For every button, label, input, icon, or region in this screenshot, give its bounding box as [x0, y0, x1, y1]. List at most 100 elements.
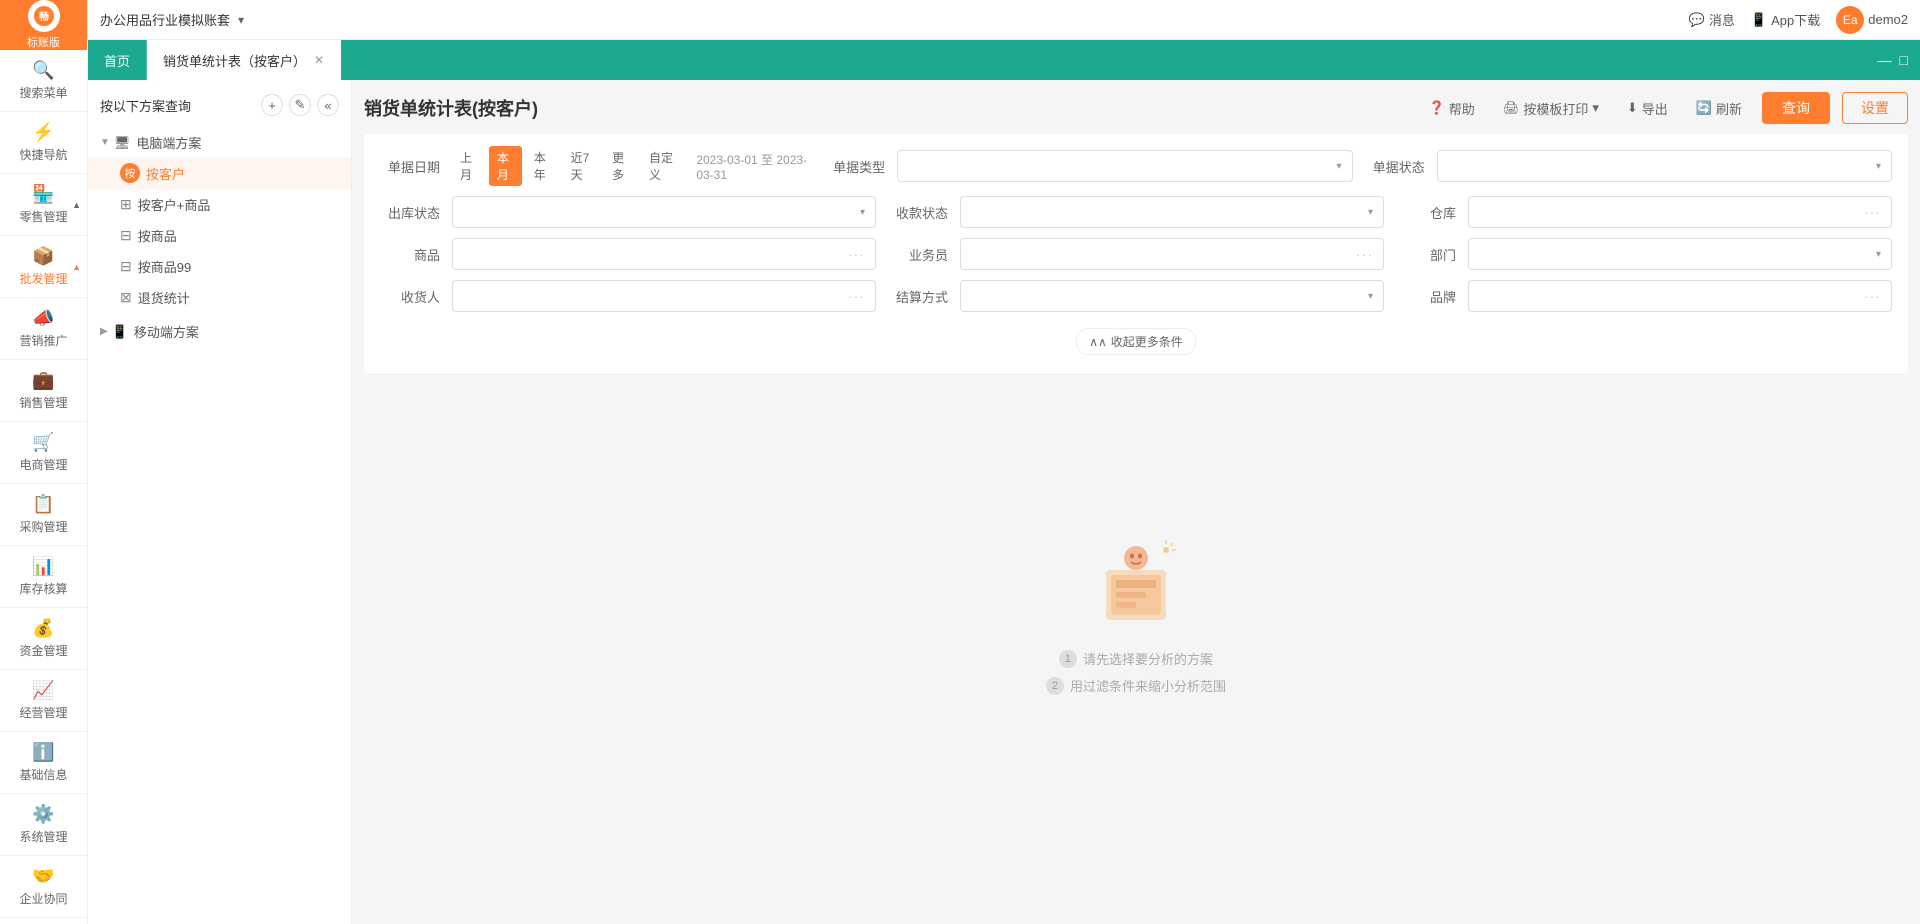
sidebar-item-sales-mgmt[interactable]: 💼 销售管理: [0, 360, 87, 422]
sidebar-quick-nav-label: 快捷导航: [19, 146, 67, 163]
query-btn[interactable]: 查询: [1762, 92, 1830, 124]
add-scheme-btn[interactable]: +: [261, 94, 283, 116]
app-download-btn[interactable]: 📱 App下载: [1751, 10, 1820, 29]
dept-label: 部门: [1396, 245, 1456, 264]
sidebar-ecommerce-label: 电商管理: [19, 456, 67, 473]
scheme-by-customer-product[interactable]: ⊞ 按客户+商品: [88, 189, 351, 220]
scheme-by-customer[interactable]: 按 按客户: [88, 157, 351, 189]
payment-field[interactable]: ▾: [960, 196, 1384, 228]
sidebar-item-wholesale[interactable]: 📦 批发管理: [0, 236, 87, 298]
warehouse-field[interactable]: ···: [1468, 196, 1892, 228]
date-tab-last-month[interactable]: 上月: [452, 146, 485, 186]
scheme-return-stat-label: 退货统计: [138, 288, 190, 307]
topbar-right: 💬 消息 📱 App下载 Ea demo2: [1689, 6, 1908, 34]
doc-type-field[interactable]: ▾: [897, 150, 1352, 182]
collapse-arrow-icon: ▼: [100, 137, 110, 148]
page-title: 销货单统计表(按客户): [364, 95, 538, 121]
salesperson-field[interactable]: ···: [960, 238, 1384, 270]
dept-arrow-icon: ▾: [1876, 249, 1881, 260]
template-print-label: 按模板打印: [1523, 99, 1588, 118]
sidebar-item-newbie[interactable]: 🎯 新手引导: [0, 918, 87, 924]
operations-icon: 📈: [32, 680, 54, 701]
sidebar-item-operations[interactable]: 📈 经营管理: [0, 670, 87, 732]
mobile-scheme-title[interactable]: ▶ 📱 移动端方案: [88, 317, 351, 346]
sidebar-coop-label: 企业协同: [19, 890, 67, 907]
export-btn[interactable]: ⬇ 导出: [1619, 95, 1676, 122]
settlement-field[interactable]: ▾: [960, 280, 1384, 312]
query-label: 查询: [1782, 98, 1810, 118]
tab-sales-stat[interactable]: 销货单统计表（按客户） ✕: [147, 40, 341, 80]
date-tab-this-year[interactable]: 本年: [526, 146, 559, 186]
hint-text-1: 请先选择要分析的方案: [1083, 649, 1213, 668]
tab-home[interactable]: 首页: [88, 40, 147, 80]
scheme-by-product99[interactable]: ⊟ 按商品99: [88, 251, 351, 282]
workspace-dropdown[interactable]: ▾: [238, 13, 244, 27]
filter-area: 单据日期 上月 本月 本年 近7天 更多 自定义 2023-03-01 至 20…: [364, 134, 1908, 373]
user-menu[interactable]: Ea demo2: [1836, 6, 1908, 34]
sidebar-item-purchase[interactable]: 📋 采购管理: [0, 484, 87, 546]
left-panel-actions: + ✎ «: [261, 94, 339, 116]
doc-status-arrow-icon: ▾: [1876, 161, 1881, 172]
sidebar-item-retail[interactable]: 🏪 零售管理: [0, 174, 87, 236]
window-minimize-btn[interactable]: —: [1878, 52, 1892, 68]
retail-icon: 🏪: [32, 184, 54, 205]
collapse-panel-btn[interactable]: «: [317, 94, 339, 116]
message-icon: 💬: [1689, 12, 1705, 28]
help-label: 帮助: [1449, 99, 1475, 118]
help-btn[interactable]: ❓ 帮助: [1421, 95, 1483, 122]
workspace-title: 办公用品行业模拟账套: [100, 10, 230, 29]
app-logo[interactable]: 畅 标账版: [0, 0, 88, 50]
sidebar: 畅 标账版 🔍 搜索菜单 ⚡ 快捷导航 🏪 零售管理 📦 批发管理 📣 营销推广…: [0, 0, 88, 924]
desktop-scheme-title[interactable]: ▼ 🖥 电脑端方案: [88, 128, 351, 157]
scheme-by-product[interactable]: ⊟ 按商品: [88, 220, 351, 251]
search-icon: 🔍: [32, 60, 54, 81]
coop-icon: 🤝: [32, 866, 54, 887]
filter-row-4: 收货人 ··· 结算方式 ▾ 品牌 ···: [380, 280, 1892, 312]
marketing-icon: 📣: [32, 308, 54, 329]
sidebar-item-inventory[interactable]: 📊 库存核算: [0, 546, 87, 608]
sidebar-item-basic[interactable]: ℹ️ 基础信息: [0, 732, 87, 794]
date-tabs: 上月 本月 本年 近7天 更多 自定义: [452, 146, 682, 186]
refresh-btn[interactable]: 🔄 刷新: [1688, 95, 1750, 122]
sidebar-item-marketing[interactable]: 📣 营销推广: [0, 298, 87, 360]
scheme-return-stat[interactable]: ⊠ 退货统计: [88, 282, 351, 313]
date-tab-7days[interactable]: 近7天: [563, 146, 601, 186]
date-tab-more[interactable]: 更多: [604, 146, 637, 186]
settlement-arrow-icon: ▾: [1368, 291, 1373, 302]
edit-scheme-btn[interactable]: ✎: [289, 94, 311, 116]
refresh-icon: 🔄: [1696, 100, 1712, 116]
mobile-schemes: ▶ 📱 移动端方案: [88, 317, 351, 346]
scheme-icon-p99: ⊟: [120, 258, 132, 275]
tab-home-label: 首页: [104, 51, 130, 70]
scheme-icon-cp: ⊞: [120, 196, 132, 213]
doc-status-field[interactable]: ▾: [1437, 150, 1892, 182]
settings-btn[interactable]: 设置: [1842, 92, 1908, 124]
date-tab-custom[interactable]: 自定义: [641, 146, 682, 186]
window-maximize-btn[interactable]: □: [1900, 52, 1908, 68]
inventory-icon: 📊: [32, 556, 54, 577]
filter-row-3: 商品 ··· 业务员 ··· 部门 ▾: [380, 238, 1892, 270]
receiver-dots: ···: [848, 288, 865, 304]
delivery-field[interactable]: ▾: [452, 196, 876, 228]
sidebar-item-coop[interactable]: 🤝 企业协同: [0, 856, 87, 918]
date-tab-this-month[interactable]: 本月: [489, 146, 522, 186]
dept-field[interactable]: ▾: [1468, 238, 1892, 270]
sidebar-item-system[interactable]: ⚙️ 系统管理: [0, 794, 87, 856]
collapse-filters-btn[interactable]: ∧∧ 收起更多条件: [1076, 328, 1196, 355]
collapse-up-icon: ∧∧: [1089, 335, 1107, 349]
sidebar-search[interactable]: 🔍 搜索菜单: [0, 50, 87, 112]
sidebar-quick-nav[interactable]: ⚡ 快捷导航: [0, 112, 87, 174]
brand-field[interactable]: ···: [1468, 280, 1892, 312]
brand-label: 品牌: [1396, 287, 1456, 306]
hint-text-2: 用过滤条件来缩小分析范围: [1070, 676, 1226, 695]
payment-arrow-icon: ▾: [1368, 207, 1373, 218]
template-print-btn[interactable]: 🖨 按模板打印 ▾: [1495, 95, 1607, 122]
product-field[interactable]: ···: [452, 238, 876, 270]
sidebar-item-ecommerce[interactable]: 🛒 电商管理: [0, 422, 87, 484]
message-btn[interactable]: 💬 消息: [1689, 10, 1735, 29]
ecommerce-icon: 🛒: [32, 432, 54, 453]
receiver-field[interactable]: ···: [452, 280, 876, 312]
tab-close-icon[interactable]: ✕: [314, 53, 324, 67]
sidebar-item-finance[interactable]: 💰 资金管理: [0, 608, 87, 670]
sidebar-marketing-label: 营销推广: [19, 332, 67, 349]
